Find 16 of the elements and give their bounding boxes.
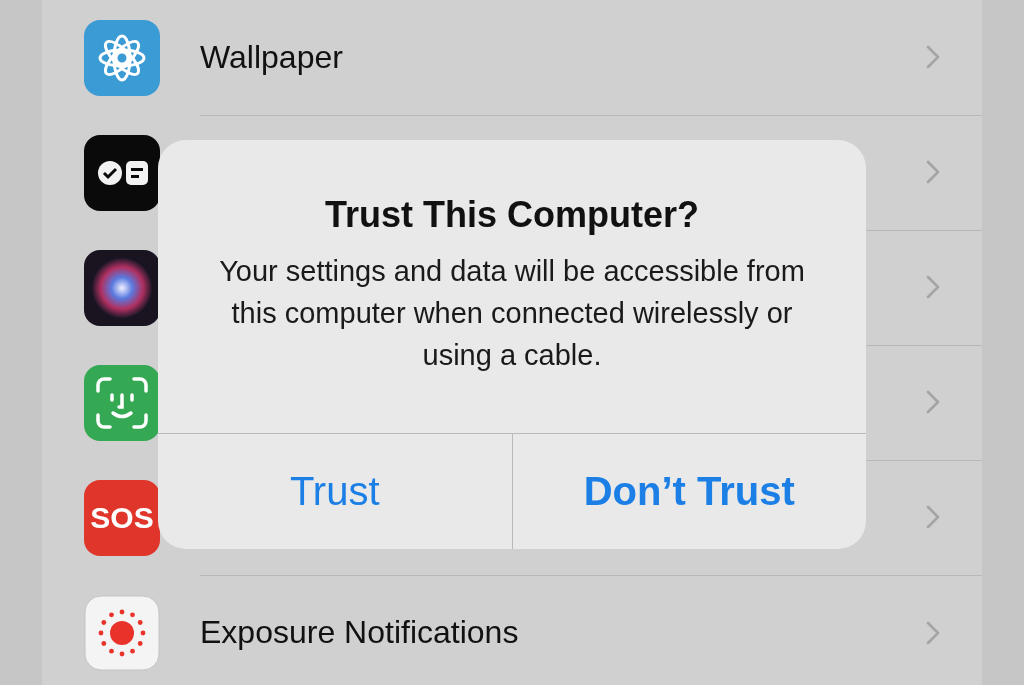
alert-message: Your settings and data will be accessible from this computer when connected wirelessly or using a cable. xyxy=(218,254,806,373)
chevron-icon[interactable] xyxy=(926,505,940,529)
exposure-icon xyxy=(84,594,160,671)
chevron-icon[interactable] xyxy=(926,620,940,645)
chevron-icon[interactable] xyxy=(926,160,940,184)
alert-button[interactable]: Don’t Trust xyxy=(511,434,866,549)
siri-icon xyxy=(84,249,160,326)
chevron-icon[interactable] xyxy=(926,275,940,299)
chevron-icon[interactable] xyxy=(926,390,940,414)
face-id-icon xyxy=(84,364,160,441)
alert-button[interactable]: Trust xyxy=(158,434,512,549)
sos-icon: SOS xyxy=(84,479,160,556)
row-label: Exposure Notifications xyxy=(200,614,520,651)
row-label: Wallpaper xyxy=(200,38,344,76)
chevron-icon[interactable] xyxy=(926,45,940,69)
alert-title: Trust This Computer? xyxy=(325,194,699,236)
